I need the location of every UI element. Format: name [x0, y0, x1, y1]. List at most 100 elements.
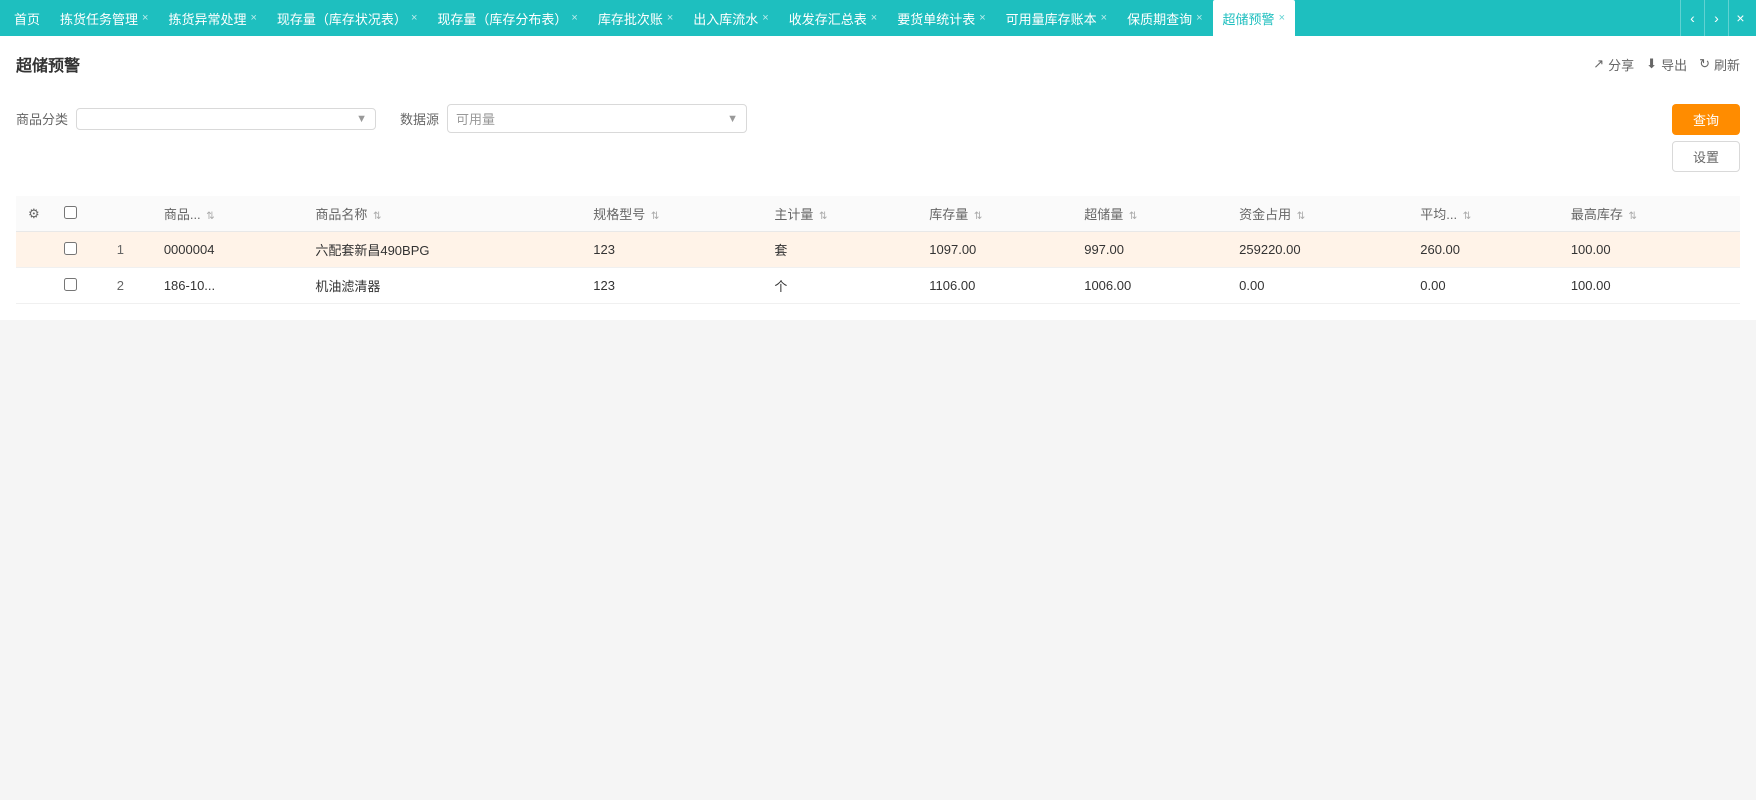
table-row: 2 186-10... 机油滤清器 123 个 1106.00 1006.00 …	[16, 268, 1740, 304]
th-avg-price[interactable]: 平均... ⇅	[1408, 196, 1559, 232]
share-button[interactable]: ↗ 分享	[1593, 55, 1634, 74]
row-product-code: 0000004	[152, 232, 304, 268]
close-batch-account-icon[interactable]: ×	[667, 12, 673, 24]
export-button[interactable]: ⬇ 导出	[1646, 55, 1687, 74]
close-available-ledger-icon[interactable]: ×	[1101, 12, 1107, 24]
th-spec[interactable]: 规格型号 ⇅	[581, 196, 762, 232]
th-unit[interactable]: 主计量 ⇅	[762, 196, 917, 232]
row-max-stock: 100.00	[1559, 268, 1740, 304]
row-capital: 259220.00	[1227, 232, 1408, 268]
row-avg-price: 260.00	[1408, 232, 1559, 268]
data-table: ⚙ 商品... ⇅ 商品名称 ⇅ 规格型号 ⇅	[16, 196, 1740, 304]
th-product-name[interactable]: 商品名称 ⇅	[303, 196, 581, 232]
nav-prev-arrow[interactable]: ‹	[1680, 0, 1704, 36]
row-stock: 1097.00	[917, 232, 1072, 268]
data-source-dropdown-icon: ▼	[727, 113, 738, 125]
sort-unit-icon: ⇅	[819, 211, 827, 222]
nav-item-shelf-life[interactable]: 保质期查询 ×	[1117, 0, 1212, 36]
row-checkbox-0[interactable]	[64, 242, 77, 255]
th-stock[interactable]: 库存量 ⇅	[917, 196, 1072, 232]
row-settings-cell	[16, 268, 52, 304]
sort-product-code-icon: ⇅	[206, 211, 214, 222]
row-checkbox-cell[interactable]	[52, 268, 89, 304]
settings-button[interactable]: 设置	[1672, 141, 1740, 172]
th-product-code[interactable]: 商品... ⇅	[152, 196, 304, 232]
filter-bar: 商品分类 ▼ 数据源 可用量 ▼ 查询 设置	[16, 92, 1740, 184]
nav-item-inventory-distribution[interactable]: 现存量（库存分布表） ×	[427, 0, 587, 36]
nav-arrow-group: ‹ › ×	[1680, 0, 1752, 36]
sort-product-name-icon: ⇅	[373, 211, 381, 222]
nav-close-all-icon[interactable]: ×	[1728, 0, 1752, 36]
sort-avg-price-icon: ⇅	[1463, 211, 1471, 222]
th-checkbox	[52, 196, 89, 232]
close-summary-icon[interactable]: ×	[871, 12, 877, 24]
row-unit: 套	[762, 232, 917, 268]
row-spec: 123	[581, 232, 762, 268]
th-seq	[89, 196, 152, 232]
table-header-row: ⚙ 商品... ⇅ 商品名称 ⇅ 规格型号 ⇅	[16, 196, 1740, 232]
row-settings-cell	[16, 232, 52, 268]
sort-capital-icon: ⇅	[1297, 211, 1305, 222]
close-shelf-life-icon[interactable]: ×	[1196, 12, 1202, 24]
page-header: 超储预警 ↗ 分享 ⬇ 导出 ↻ 刷新	[16, 52, 1740, 76]
row-unit: 个	[762, 268, 917, 304]
nav-item-summary[interactable]: 收发存汇总表 ×	[779, 0, 887, 36]
refresh-icon: ↻	[1699, 56, 1710, 72]
th-overstock[interactable]: 超储量 ⇅	[1072, 196, 1227, 232]
sort-stock-icon: ⇅	[974, 211, 982, 222]
row-product-name: 六配套新昌490BPG	[303, 232, 581, 268]
row-capital: 0.00	[1227, 268, 1408, 304]
th-capital[interactable]: 资金占用 ⇅	[1227, 196, 1408, 232]
row-product-name: 机油滤清器	[303, 268, 581, 304]
filter-group: 商品分类 ▼ 数据源 可用量 ▼	[16, 104, 1656, 133]
sort-max-stock-icon: ⇅	[1628, 211, 1636, 222]
nav-item-batch-account[interactable]: 库存批次账 ×	[588, 0, 683, 36]
commodity-class-select[interactable]: ▼	[76, 108, 376, 130]
row-stock: 1106.00	[917, 268, 1072, 304]
nav-item-flow[interactable]: 出入库流水 ×	[683, 0, 778, 36]
close-overstock-alert-icon[interactable]: ×	[1279, 12, 1285, 24]
row-checkbox-1[interactable]	[64, 278, 77, 291]
query-button[interactable]: 查询	[1672, 104, 1740, 135]
share-icon: ↗	[1593, 56, 1604, 72]
close-picking-task-icon[interactable]: ×	[142, 12, 148, 24]
close-picking-exception-icon[interactable]: ×	[250, 12, 256, 24]
nav-item-requisition-stats[interactable]: 要货单统计表 ×	[887, 0, 995, 36]
close-inventory-distribution-icon[interactable]: ×	[571, 12, 577, 24]
row-spec: 123	[581, 268, 762, 304]
page-content: 超储预警 ↗ 分享 ⬇ 导出 ↻ 刷新 商品分类 ▼	[0, 36, 1756, 320]
close-inventory-status-icon[interactable]: ×	[411, 12, 417, 24]
nav-item-inventory-status[interactable]: 现存量（库存状况表） ×	[267, 0, 427, 36]
select-all-checkbox[interactable]	[64, 206, 77, 219]
row-avg-price: 0.00	[1408, 268, 1559, 304]
data-source-label: 数据源	[400, 109, 439, 128]
row-overstock: 1006.00	[1072, 268, 1227, 304]
th-settings[interactable]: ⚙	[16, 196, 52, 232]
nav-item-home[interactable]: 首页	[4, 0, 50, 36]
page-title: 超储预警	[16, 52, 80, 76]
settings-column-icon: ⚙	[28, 206, 40, 221]
sort-spec-icon: ⇅	[651, 211, 659, 222]
commodity-class-dropdown-icon: ▼	[356, 113, 367, 125]
th-max-stock[interactable]: 最高库存 ⇅	[1559, 196, 1740, 232]
row-overstock: 997.00	[1072, 232, 1227, 268]
close-requisition-stats-icon[interactable]: ×	[979, 12, 985, 24]
row-seq: 2	[89, 268, 152, 304]
commodity-class-filter: 商品分类 ▼	[16, 108, 376, 130]
close-flow-icon[interactable]: ×	[762, 12, 768, 24]
commodity-class-label: 商品分类	[16, 109, 68, 128]
sort-overstock-icon: ⇅	[1129, 211, 1137, 222]
row-max-stock: 100.00	[1559, 232, 1740, 268]
header-actions: ↗ 分享 ⬇ 导出 ↻ 刷新	[1593, 55, 1740, 74]
table-row: 1 0000004 六配套新昌490BPG 123 套 1097.00 997.…	[16, 232, 1740, 268]
nav-item-available-ledger[interactable]: 可用量库存账本 ×	[996, 0, 1117, 36]
row-seq: 1	[89, 232, 152, 268]
refresh-button[interactable]: ↻ 刷新	[1699, 55, 1740, 74]
nav-item-picking-exception[interactable]: 拣货异常处理 ×	[158, 0, 266, 36]
nav-item-picking-task[interactable]: 拣货任务管理 ×	[50, 0, 158, 36]
data-source-value: 可用量	[456, 109, 495, 128]
nav-item-overstock-alert[interactable]: 超储预警 ×	[1213, 0, 1295, 36]
row-checkbox-cell[interactable]	[52, 232, 89, 268]
data-source-select[interactable]: 可用量 ▼	[447, 104, 747, 133]
nav-next-arrow[interactable]: ›	[1704, 0, 1728, 36]
